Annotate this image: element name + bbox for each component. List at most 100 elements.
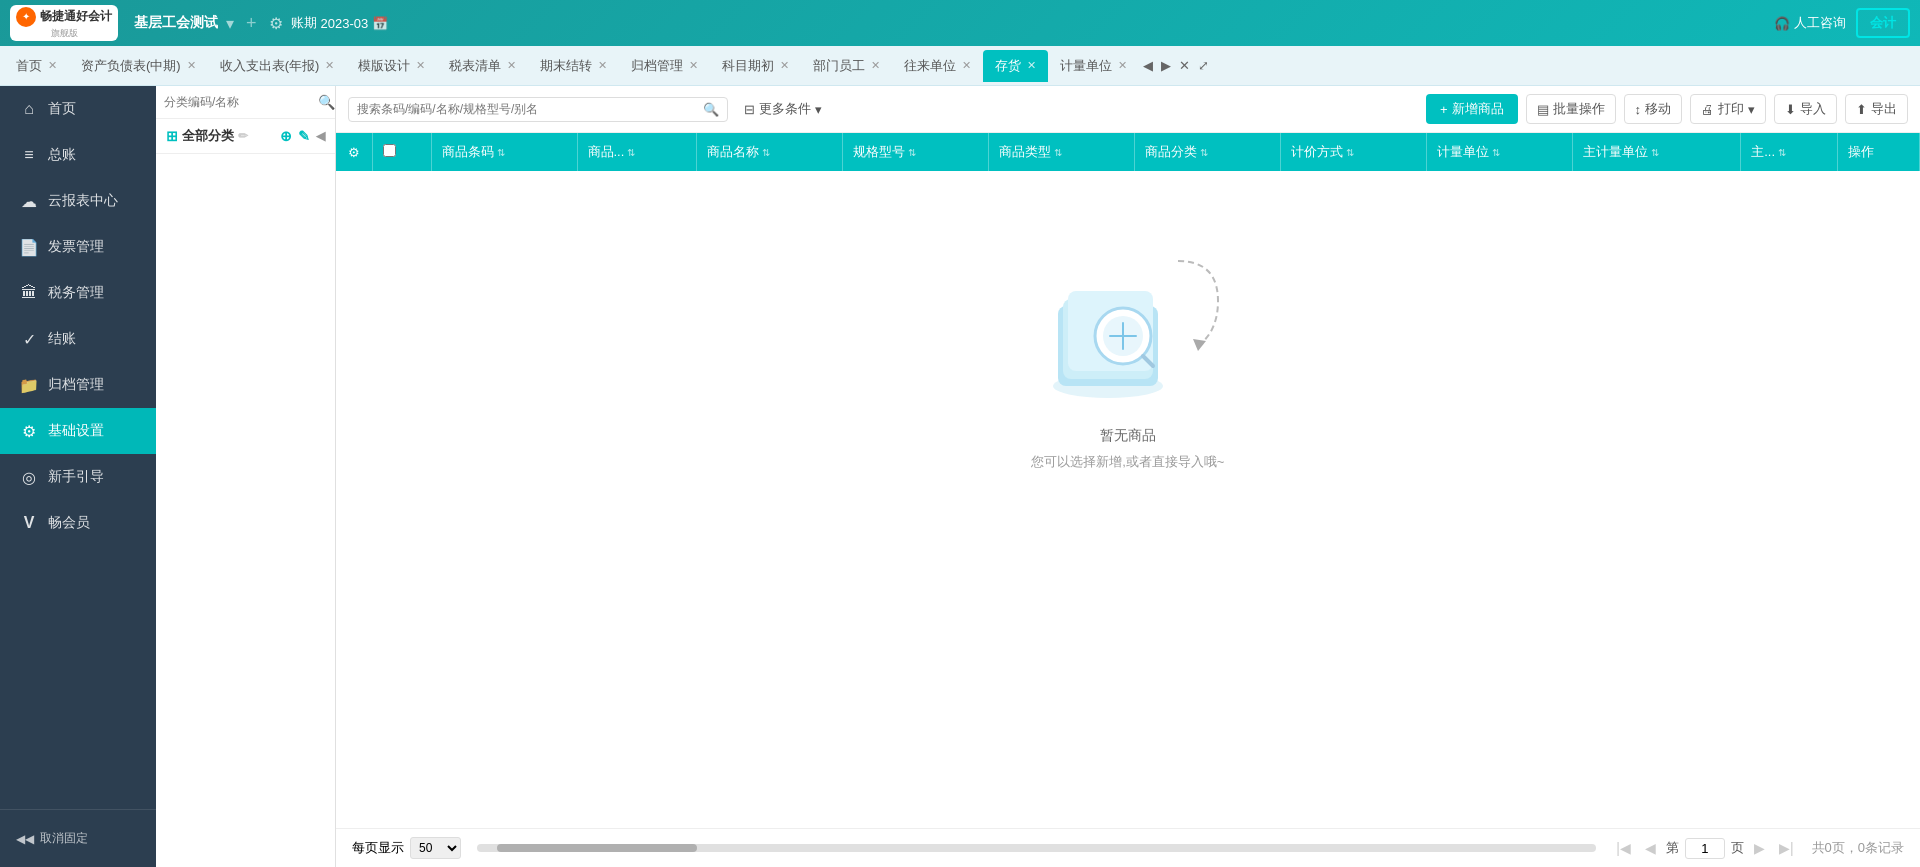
tab-party[interactable]: 往来单位 ✕ xyxy=(892,50,983,82)
sidebar-item-vip[interactable]: V 畅会员 xyxy=(0,500,156,546)
last-page-button[interactable]: ▶| xyxy=(1775,838,1798,858)
tab-tax-close[interactable]: ✕ xyxy=(507,59,516,72)
tab-archive[interactable]: 归档管理 ✕ xyxy=(619,50,710,82)
tab-income[interactable]: 收入支出表(年报) ✕ xyxy=(208,50,347,82)
search-icon[interactable]: 🔍 xyxy=(703,102,719,117)
select-all-checkbox[interactable] xyxy=(383,144,396,157)
tab-balance-close[interactable]: ✕ xyxy=(187,59,196,72)
tab-party-close[interactable]: ✕ xyxy=(962,59,971,72)
sort-barcode-icon[interactable]: ⇅ xyxy=(497,147,505,158)
sort-category-icon[interactable]: ⇅ xyxy=(1200,147,1208,158)
col-price[interactable]: 计价方式 ⇅ xyxy=(1280,133,1426,171)
import-button[interactable]: ⬇ 导入 xyxy=(1774,94,1837,124)
tab-inventory[interactable]: 存货 ✕ xyxy=(983,50,1048,82)
sidebar-item-tax[interactable]: 🏛 税务管理 xyxy=(0,270,156,316)
sidebar-item-invoice[interactable]: 📄 发票管理 xyxy=(0,224,156,270)
prev-page-button[interactable]: ◀ xyxy=(1641,838,1660,858)
sidebar-item-guide[interactable]: ◎ 新手引导 xyxy=(0,454,156,500)
category-collapse-icon[interactable]: ◀ xyxy=(316,129,325,143)
next-page-button[interactable]: ▶ xyxy=(1750,838,1769,858)
tab-home-close[interactable]: ✕ xyxy=(48,59,57,72)
unpin-button[interactable]: ◀◀ 取消固定 xyxy=(0,820,156,857)
tab-period-label: 期末结转 xyxy=(540,57,592,75)
calendar-icon[interactable]: 📅 xyxy=(372,16,388,31)
tab-nav-left[interactable]: ◀ xyxy=(1139,58,1157,73)
page-number-input[interactable] xyxy=(1685,838,1725,859)
sort-extra-icon[interactable]: ⇅ xyxy=(1778,147,1786,158)
print-button[interactable]: 🖨 打印 ▾ xyxy=(1690,94,1766,124)
col-type[interactable]: 商品类型 ⇅ xyxy=(988,133,1134,171)
tab-template-close[interactable]: ✕ xyxy=(416,59,425,72)
settings-icon[interactable]: ⚙ xyxy=(269,14,283,33)
first-page-button[interactable]: |◀ xyxy=(1612,838,1635,858)
col-main-unit[interactable]: 主计量单位 ⇅ xyxy=(1572,133,1741,171)
horizontal-scrollbar[interactable] xyxy=(477,844,1596,852)
tab-dept-label: 部门员工 xyxy=(813,57,865,75)
export-button[interactable]: ⬆ 导出 xyxy=(1845,94,1908,124)
batch-button[interactable]: ▤ 批量操作 xyxy=(1526,94,1616,124)
tab-balance[interactable]: 资产负债表(中期) ✕ xyxy=(69,50,208,82)
category-add-icon[interactable]: ⊕ xyxy=(280,128,292,144)
tab-close-all[interactable]: ✕ xyxy=(1175,58,1194,73)
right-panel: 🔍 ⊟ 更多条件 ▾ + 新增商品 ▤ 批量操作 xyxy=(336,86,1920,867)
sort-type-icon[interactable]: ⇅ xyxy=(1054,147,1062,158)
tab-unit[interactable]: 计量单位 ✕ xyxy=(1048,50,1139,82)
category-edit-btn[interactable]: ✎ xyxy=(298,128,310,144)
consult-button[interactable]: 🎧 人工咨询 xyxy=(1774,14,1846,32)
account-button[interactable]: 会计 xyxy=(1856,8,1910,38)
col-settings-icon[interactable]: ⚙ xyxy=(348,145,360,160)
tab-subject-close[interactable]: ✕ xyxy=(780,59,789,72)
col-category[interactable]: 商品分类 ⇅ xyxy=(1134,133,1280,171)
sidebar-item-settings[interactable]: ⚙ 基础设置 xyxy=(0,408,156,454)
tab-subject[interactable]: 科目期初 ✕ xyxy=(710,50,801,82)
tab-period-close[interactable]: ✕ xyxy=(598,59,607,72)
tab-inventory-close[interactable]: ✕ xyxy=(1027,59,1036,72)
sidebar-item-checkout[interactable]: ✓ 结账 xyxy=(0,316,156,362)
sidebar-bottom: ◀◀ 取消固定 xyxy=(0,809,156,867)
add-product-button[interactable]: + 新增商品 xyxy=(1426,94,1518,124)
col-check[interactable] xyxy=(372,133,431,171)
col-barcode[interactable]: 商品条码 ⇅ xyxy=(431,133,577,171)
category-search-icon[interactable]: 🔍 xyxy=(318,94,335,110)
col-unit[interactable]: 计量单位 ⇅ xyxy=(1426,133,1572,171)
tab-archive-close[interactable]: ✕ xyxy=(689,59,698,72)
product-table: ⚙ 商品条码 ⇅ xyxy=(336,133,1920,531)
sidebar-item-archive[interactable]: 📁 归档管理 xyxy=(0,362,156,408)
col-code[interactable]: 商品... ⇅ xyxy=(577,133,697,171)
sort-name-icon[interactable]: ⇅ xyxy=(762,147,770,158)
col-settings[interactable]: ⚙ xyxy=(336,133,372,171)
category-header: ⊞ 全部分类 ✏ ⊕ ✎ ◀ xyxy=(156,119,335,154)
tab-unit-close[interactable]: ✕ xyxy=(1118,59,1127,72)
sidebar-item-home[interactable]: ⌂ 首页 xyxy=(0,86,156,132)
tab-home[interactable]: 首页 ✕ xyxy=(4,50,69,82)
sidebar-item-reports[interactable]: ☁ 云报表中心 xyxy=(0,178,156,224)
sort-main-unit-icon[interactable]: ⇅ xyxy=(1651,147,1659,158)
sort-code-icon[interactable]: ⇅ xyxy=(627,147,635,158)
sort-price-icon[interactable]: ⇅ xyxy=(1346,147,1354,158)
sidebar-label-invoice: 发票管理 xyxy=(48,238,104,256)
sort-spec-icon[interactable]: ⇅ xyxy=(908,147,916,158)
col-extra[interactable]: 主... ⇅ xyxy=(1741,133,1838,171)
print-label: 打印 xyxy=(1718,100,1744,118)
move-button[interactable]: ↕ 移动 xyxy=(1624,94,1683,124)
dropdown-icon[interactable]: ▾ xyxy=(226,14,234,33)
tab-period[interactable]: 期末结转 ✕ xyxy=(528,50,619,82)
period-info: 账期 2023-03 📅 xyxy=(291,14,389,32)
search-input[interactable] xyxy=(357,102,697,116)
category-search-input[interactable] xyxy=(164,95,314,109)
tab-nav-right[interactable]: ▶ xyxy=(1157,58,1175,73)
filter-button[interactable]: ⊟ 更多条件 ▾ xyxy=(736,96,830,122)
col-spec[interactable]: 规格型号 ⇅ xyxy=(843,133,989,171)
add-icon[interactable]: + xyxy=(246,13,257,34)
tab-income-close[interactable]: ✕ xyxy=(325,59,334,72)
tab-tax[interactable]: 税表清单 ✕ xyxy=(437,50,528,82)
sort-unit-icon[interactable]: ⇅ xyxy=(1492,147,1500,158)
tab-dept[interactable]: 部门员工 ✕ xyxy=(801,50,892,82)
tab-template[interactable]: 模版设计 ✕ xyxy=(346,50,437,82)
col-name[interactable]: 商品名称 ⇅ xyxy=(697,133,843,171)
sidebar-item-ledger[interactable]: ≡ 总账 xyxy=(0,132,156,178)
tab-dept-close[interactable]: ✕ xyxy=(871,59,880,72)
category-all-label[interactable]: 全部分类 xyxy=(182,127,234,145)
page-size-select[interactable]: 20 50 100 xyxy=(410,837,461,859)
tab-expand[interactable]: ⤢ xyxy=(1194,58,1213,73)
